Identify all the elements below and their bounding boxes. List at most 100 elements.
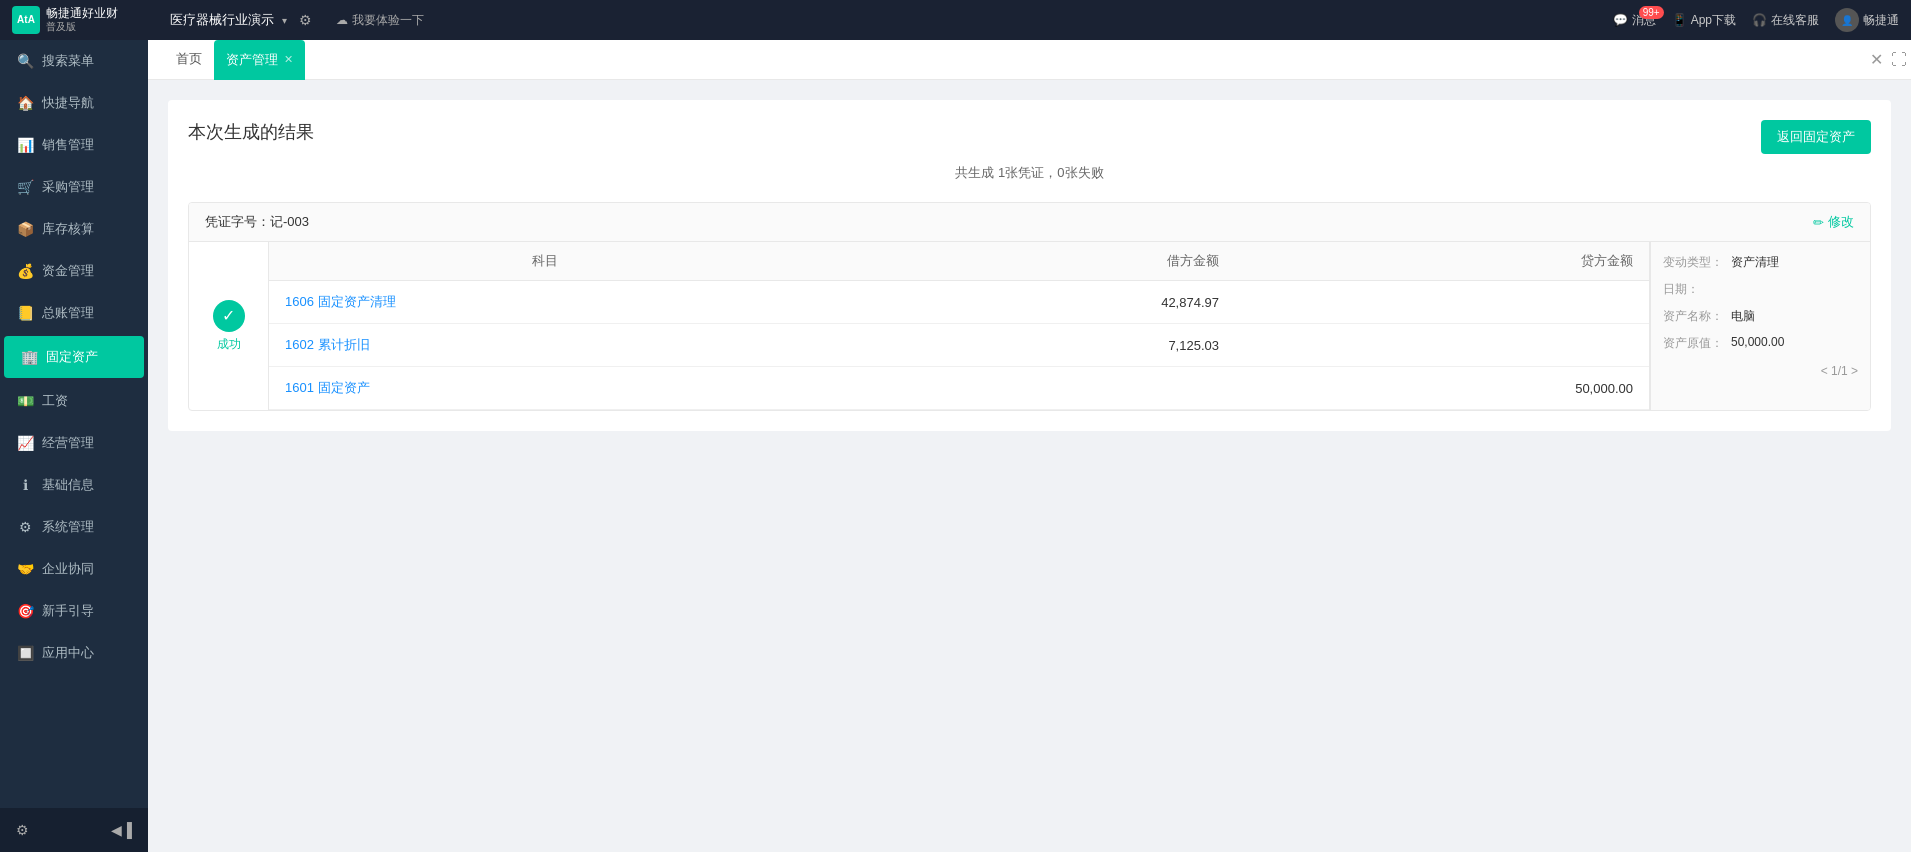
table-row: 1601 固定资产 50,000.00 <box>269 367 1649 410</box>
sidebar-label-system: 系统管理 <box>42 518 94 536</box>
experience-btn[interactable]: ☁ 我要体验一下 <box>336 12 424 29</box>
date-label: 日期： <box>1663 281 1699 298</box>
side-info-panel: 变动类型： 资产清理 日期： 资产名称： 电脑 <box>1650 242 1870 410</box>
tab-asset-mgmt[interactable]: 资产管理 ✕ <box>214 40 305 80</box>
sidebar-label-enterprise: 企业协同 <box>42 560 94 578</box>
tab-home-label: 首页 <box>176 50 202 68</box>
sidebar-item-payroll[interactable]: 💵 工资 <box>0 380 148 422</box>
expand-panel-btn[interactable]: ⛶ <box>1891 50 1907 69</box>
return-btn[interactable]: 返回固定资产 <box>1761 120 1871 154</box>
sidebar-item-operations[interactable]: 📈 经营管理 <box>0 422 148 464</box>
avatar: 👤 <box>1835 8 1859 32</box>
success-circle: ✓ <box>213 300 245 332</box>
logo: AtA 畅捷通好业财 普及版 <box>12 6 160 34</box>
page-content: 本次生成的结果 返回固定资产 共生成 1张凭证，0张失败 凭证字号：记-003 … <box>148 80 1911 852</box>
sidebar-item-enterprise[interactable]: 🤝 企业协同 <box>0 548 148 590</box>
sales-icon: 📊 <box>16 137 34 153</box>
company-dropdown-icon[interactable]: ▾ <box>282 15 287 26</box>
sidebar-label-fixed-assets: 固定资产 <box>46 348 98 366</box>
sidebar-label-sales: 销售管理 <box>42 136 94 154</box>
tab-close-icon[interactable]: ✕ <box>284 53 293 66</box>
main-layout: 🔍 搜索菜单 🏠 快捷导航 📊 销售管理 🛒 采购管理 📦 库存核算 💰 <box>0 40 1911 852</box>
top-bar: AtA 畅捷通好业财 普及版 医疗器械行业演示 ▾ ⚙ ☁ 我要体验一下 💬 消… <box>0 0 1911 40</box>
sidebar-item-finance[interactable]: 💰 资金管理 <box>0 250 148 292</box>
change-type-row: 变动类型： 资产清理 <box>1663 254 1858 271</box>
success-label: 成功 <box>217 336 241 353</box>
success-status-col: ✓ 成功 <box>189 242 269 410</box>
notifications-badge: 99+ <box>1639 6 1664 19</box>
col-header-debit: 借方金额 <box>821 242 1235 281</box>
sidebar-bottom: ⚙ ◀▐ <box>0 808 148 852</box>
top-bar-center: 医疗器械行业演示 ▾ ⚙ ☁ 我要体验一下 <box>160 11 1613 29</box>
operations-icon: 📈 <box>16 435 34 451</box>
sidebar-item-ledger[interactable]: 📒 总账管理 <box>0 292 148 334</box>
asset-name-label: 资产名称： <box>1663 308 1723 325</box>
col-header-credit: 贷方金额 <box>1235 242 1649 281</box>
headset-icon: 🎧 <box>1752 13 1767 27</box>
inventory-icon: 📦 <box>16 221 34 237</box>
pagination[interactable]: < 1/1 > <box>1663 364 1858 378</box>
row3-subject: 1601 固定资产 <box>269 367 821 410</box>
table-row: 1606 固定资产清理 42,874.97 <box>269 281 1649 324</box>
sidebar-item-inventory[interactable]: 📦 库存核算 <box>0 208 148 250</box>
date-row: 日期： <box>1663 281 1858 298</box>
result-panel: 本次生成的结果 返回固定资产 共生成 1张凭证，0张失败 凭证字号：记-003 … <box>168 100 1891 431</box>
sidebar-label-search: 搜索菜单 <box>42 52 94 70</box>
sidebar-item-sales[interactable]: 📊 销售管理 <box>0 124 148 166</box>
content-area: 首页 资产管理 ✕ 本次生成的结果 返回固定资产 共生成 1张凭证，0张失败 凭… <box>148 40 1911 852</box>
row2-subject: 1602 累计折旧 <box>269 324 821 367</box>
experience-icon: ☁ <box>336 13 348 27</box>
row1-credit <box>1235 281 1649 324</box>
sidebar-toggle-icon[interactable]: ◀▐ <box>111 822 132 838</box>
voucher-header: 凭证字号：记-003 ✏ 修改 <box>189 203 1870 242</box>
sidebar-item-app-center[interactable]: 🔲 应用中心 <box>0 632 148 674</box>
voucher-main: ✓ 成功 科目 借方金额 贷方金额 <box>189 242 1870 410</box>
top-bar-right: 💬 消息 99+ 📱 App下载 🎧 在线客服 👤 畅捷通 <box>1613 8 1899 32</box>
edit-voucher-btn[interactable]: ✏ 修改 <box>1813 213 1854 231</box>
guide-icon: 🎯 <box>16 603 34 619</box>
result-summary: 共生成 1张凭证，0张失败 <box>188 164 1871 182</box>
sidebar-label-guide: 新手引导 <box>42 602 94 620</box>
app-download-btn[interactable]: 📱 App下载 <box>1672 12 1736 29</box>
tab-home[interactable]: 首页 <box>164 40 214 80</box>
app-center-icon: 🔲 <box>16 645 34 661</box>
tab-bar: 首页 资产管理 ✕ <box>148 40 1911 80</box>
header-settings-icon[interactable]: ⚙ <box>299 12 312 28</box>
close-panel-btn[interactable]: ✕ <box>1870 50 1883 69</box>
sidebar-item-purchase[interactable]: 🛒 采购管理 <box>0 166 148 208</box>
settings-bottom-icon[interactable]: ⚙ <box>16 822 29 838</box>
finance-icon: 💰 <box>16 263 34 279</box>
change-type-label: 变动类型： <box>1663 254 1723 271</box>
online-service-btn[interactable]: 🎧 在线客服 <box>1752 12 1819 29</box>
sidebar: 🔍 搜索菜单 🏠 快捷导航 📊 销售管理 🛒 采购管理 📦 库存核算 💰 <box>0 40 148 852</box>
sidebar-item-base-info[interactable]: ℹ 基础信息 <box>0 464 148 506</box>
payroll-icon: 💵 <box>16 393 34 409</box>
sidebar-item-fixed-assets[interactable]: 🏢 固定资产 <box>4 336 144 378</box>
app-download-icon: 📱 <box>1672 13 1687 27</box>
notifications-btn[interactable]: 💬 消息 99+ <box>1613 12 1656 29</box>
col-header-subject: 科目 <box>269 242 821 281</box>
notifications-icon: 💬 <box>1613 13 1628 27</box>
row2-credit <box>1235 324 1649 367</box>
sidebar-label-ledger: 总账管理 <box>42 304 94 322</box>
sidebar-label-base-info: 基础信息 <box>42 476 94 494</box>
panel-controls: ✕ ⛶ <box>1870 50 1907 69</box>
sidebar-label-operations: 经营管理 <box>42 434 94 452</box>
company-name: 医疗器械行业演示 <box>170 11 274 29</box>
sidebar-item-search[interactable]: 🔍 搜索菜单 <box>0 40 148 82</box>
logo-sub: 普及版 <box>46 20 118 34</box>
asset-value-row: 资产原值： 50,000.00 <box>1663 335 1858 352</box>
sidebar-item-guide[interactable]: 🎯 新手引导 <box>0 590 148 632</box>
voucher-no: 凭证字号：记-003 <box>205 213 309 231</box>
table-row: 1602 累计折旧 7,125.03 <box>269 324 1649 367</box>
row3-credit: 50,000.00 <box>1235 367 1649 410</box>
sidebar-item-quick-nav[interactable]: 🏠 快捷导航 <box>0 82 148 124</box>
asset-name-row: 资产名称： 电脑 <box>1663 308 1858 325</box>
row2-debit: 7,125.03 <box>821 324 1235 367</box>
edit-icon: ✏ <box>1813 215 1824 230</box>
user-menu[interactable]: 👤 畅捷通 <box>1835 8 1899 32</box>
sidebar-item-system[interactable]: ⚙ 系统管理 <box>0 506 148 548</box>
home-icon: 🏠 <box>16 95 34 111</box>
fixed-assets-icon: 🏢 <box>20 349 38 365</box>
purchase-icon: 🛒 <box>16 179 34 195</box>
